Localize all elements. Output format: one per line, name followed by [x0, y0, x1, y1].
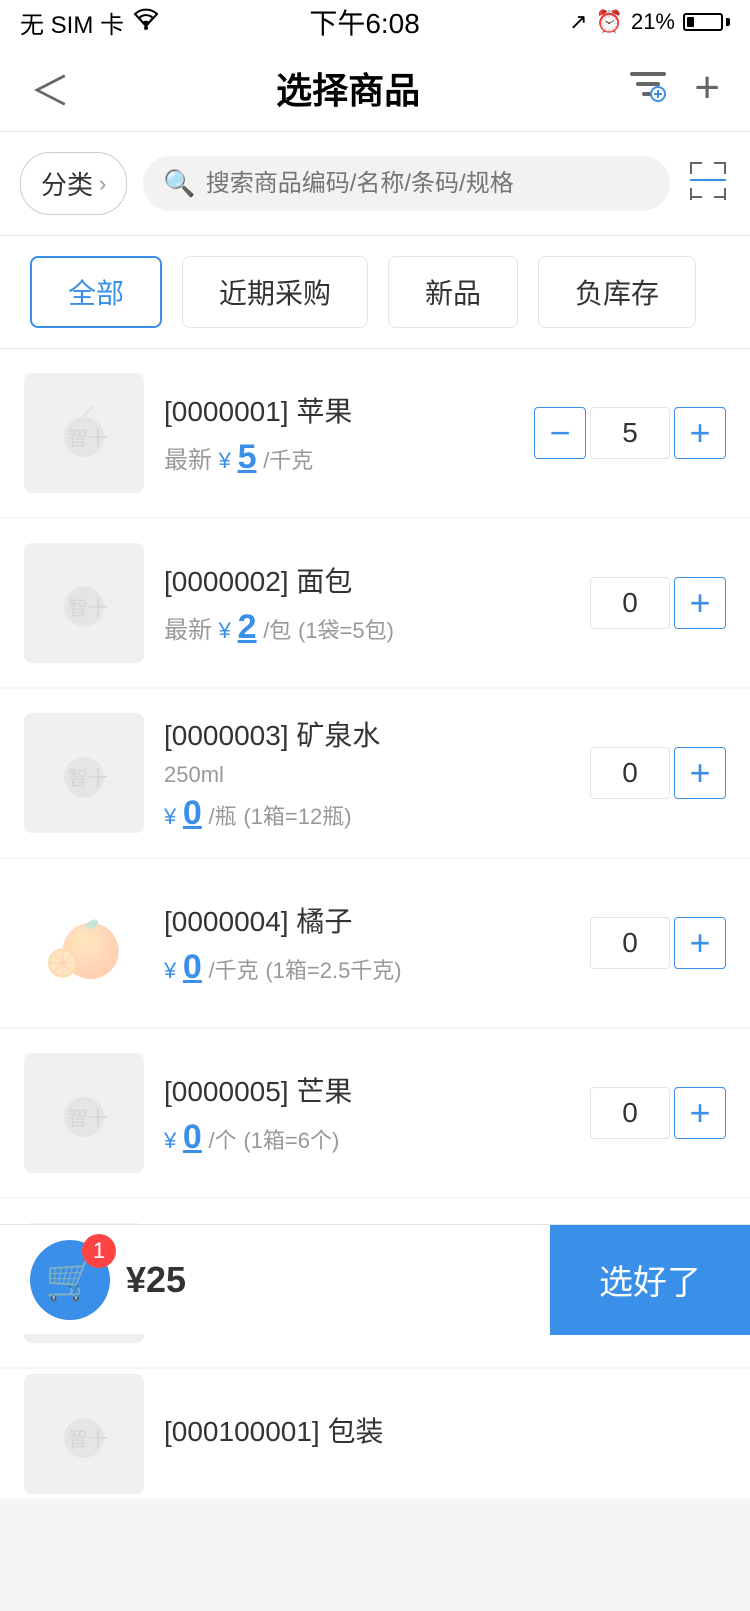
- table-row: 智十 [0000002] 面包 最新 ¥ 2 /包 (1袋=5包) +: [0, 519, 750, 687]
- stepper: − +: [534, 407, 726, 459]
- status-right: ↗ ⏰ 21%: [569, 9, 730, 35]
- product-name: [0000004] 橘子: [164, 900, 570, 940]
- status-bar: 无 SIM 卡 下午6:08 ↗ ⏰ 21%: [0, 0, 750, 44]
- back-button[interactable]: ＜: [30, 59, 70, 117]
- table-row: 智十 [0000005] 芒果 ¥ 0 /个 (1箱=6个) +: [0, 1029, 750, 1197]
- quantity-input[interactable]: [590, 747, 670, 799]
- search-icon: 🔍: [163, 168, 195, 199]
- product-image: 智十: [24, 543, 144, 663]
- product-name: [0000001] 苹果: [164, 390, 514, 430]
- product-image: [24, 883, 144, 1003]
- search-input[interactable]: [206, 170, 650, 198]
- cart-total: ¥25: [126, 1259, 186, 1301]
- table-row: 智十 [000100001] 包装: [0, 1369, 750, 1499]
- cart-button[interactable]: 🛒 1: [30, 1240, 110, 1320]
- page-title: 选择商品: [276, 62, 420, 114]
- stepper: +: [590, 917, 726, 969]
- tab-all[interactable]: 全部: [30, 256, 162, 328]
- product-price: ¥ 0 /个 (1箱=6个): [164, 1118, 570, 1157]
- product-price: ¥ 0 /瓶 (1箱=12瓶): [164, 794, 570, 833]
- location-icon: ↗: [569, 9, 587, 35]
- search-box: 🔍: [143, 156, 670, 211]
- tab-new[interactable]: 新品: [388, 256, 518, 328]
- nav-icons: +: [626, 63, 720, 113]
- confirm-button[interactable]: 选好了: [550, 1225, 750, 1335]
- carrier-text: 无 SIM 卡: [20, 5, 124, 40]
- add-icon[interactable]: +: [694, 63, 720, 113]
- product-list: 智十 [0000001] 苹果 最新 ¥ 5 /千克 − + 智十 [: [0, 349, 750, 1611]
- svg-text:智十: 智十: [68, 427, 108, 450]
- product-info: [0000005] 芒果 ¥ 0 /个 (1箱=6个): [164, 1070, 570, 1157]
- product-image: 智十: [24, 373, 144, 493]
- product-image: 智十: [24, 713, 144, 833]
- battery-icon: [683, 13, 730, 31]
- stepper: +: [590, 747, 726, 799]
- filter-row: 分类 › 🔍: [0, 132, 750, 236]
- table-row: [0000004] 橘子 ¥ 0 /千克 (1箱=2.5千克) +: [0, 859, 750, 1027]
- nav-bar: ＜ 选择商品 +: [0, 44, 750, 132]
- table-row: 智十 [0000003] 矿泉水 250ml ¥ 0 /瓶 (1箱=12瓶) +: [0, 689, 750, 857]
- quantity-input[interactable]: [590, 577, 670, 629]
- product-name: [0000003] 矿泉水: [164, 714, 570, 754]
- quantity-input[interactable]: [590, 1087, 670, 1139]
- filter-icon[interactable]: [626, 64, 670, 111]
- tab-recent[interactable]: 近期采购: [182, 256, 368, 328]
- category-label: 分类: [41, 165, 93, 202]
- increment-button[interactable]: +: [674, 407, 726, 459]
- product-image: 智十: [24, 1053, 144, 1173]
- decrement-button[interactable]: −: [534, 407, 586, 459]
- bottom-bar: 🛒 1 ¥25 选好了: [0, 1224, 750, 1334]
- increment-button[interactable]: +: [674, 1087, 726, 1139]
- product-spec: 250ml: [164, 762, 570, 788]
- product-info: [0000001] 苹果 最新 ¥ 5 /千克: [164, 390, 514, 477]
- product-info: [000100001] 包装: [164, 1410, 726, 1458]
- cart-section: 🛒 1 ¥25: [0, 1240, 550, 1320]
- product-image: 智十: [24, 1374, 144, 1494]
- product-name: [0000002] 面包: [164, 560, 570, 600]
- battery-percent: 21%: [631, 9, 675, 35]
- product-name: [000100001] 包装: [164, 1410, 726, 1450]
- stepper: +: [590, 577, 726, 629]
- svg-text:智十: 智十: [68, 597, 108, 620]
- svg-text:智十: 智十: [68, 767, 108, 790]
- product-info: [0000003] 矿泉水 250ml ¥ 0 /瓶 (1箱=12瓶): [164, 714, 570, 833]
- product-price: 最新 ¥ 5 /千克: [164, 438, 514, 477]
- svg-text:智十: 智十: [68, 1107, 108, 1130]
- cart-badge: 1: [82, 1234, 116, 1268]
- alarm-icon: ⏰: [596, 9, 623, 35]
- quantity-input[interactable]: [590, 917, 670, 969]
- category-button[interactable]: 分类 ›: [20, 152, 127, 215]
- status-left: 无 SIM 卡: [20, 5, 160, 40]
- wifi-icon: [132, 8, 160, 37]
- increment-button[interactable]: +: [674, 747, 726, 799]
- tab-negative[interactable]: 负库存: [538, 256, 696, 328]
- table-row: 智十 [0000001] 苹果 最新 ¥ 5 /千克 − +: [0, 349, 750, 517]
- product-price: 最新 ¥ 2 /包 (1袋=5包): [164, 608, 570, 647]
- product-name: [0000005] 芒果: [164, 1070, 570, 1110]
- quantity-input[interactable]: [590, 407, 670, 459]
- product-info: [0000004] 橘子 ¥ 0 /千克 (1箱=2.5千克): [164, 900, 570, 987]
- scan-icon[interactable]: [686, 158, 730, 209]
- status-time: 下午6:08: [309, 2, 420, 42]
- increment-button[interactable]: +: [674, 917, 726, 969]
- increment-button[interactable]: +: [674, 577, 726, 629]
- svg-text:智十: 智十: [68, 1428, 108, 1451]
- product-price: ¥ 0 /千克 (1箱=2.5千克): [164, 948, 570, 987]
- tab-row: 全部 近期采购 新品 负库存: [0, 236, 750, 349]
- product-info: [0000002] 面包 最新 ¥ 2 /包 (1袋=5包): [164, 560, 570, 647]
- chevron-right-icon: ›: [99, 171, 106, 197]
- stepper: +: [590, 1087, 726, 1139]
